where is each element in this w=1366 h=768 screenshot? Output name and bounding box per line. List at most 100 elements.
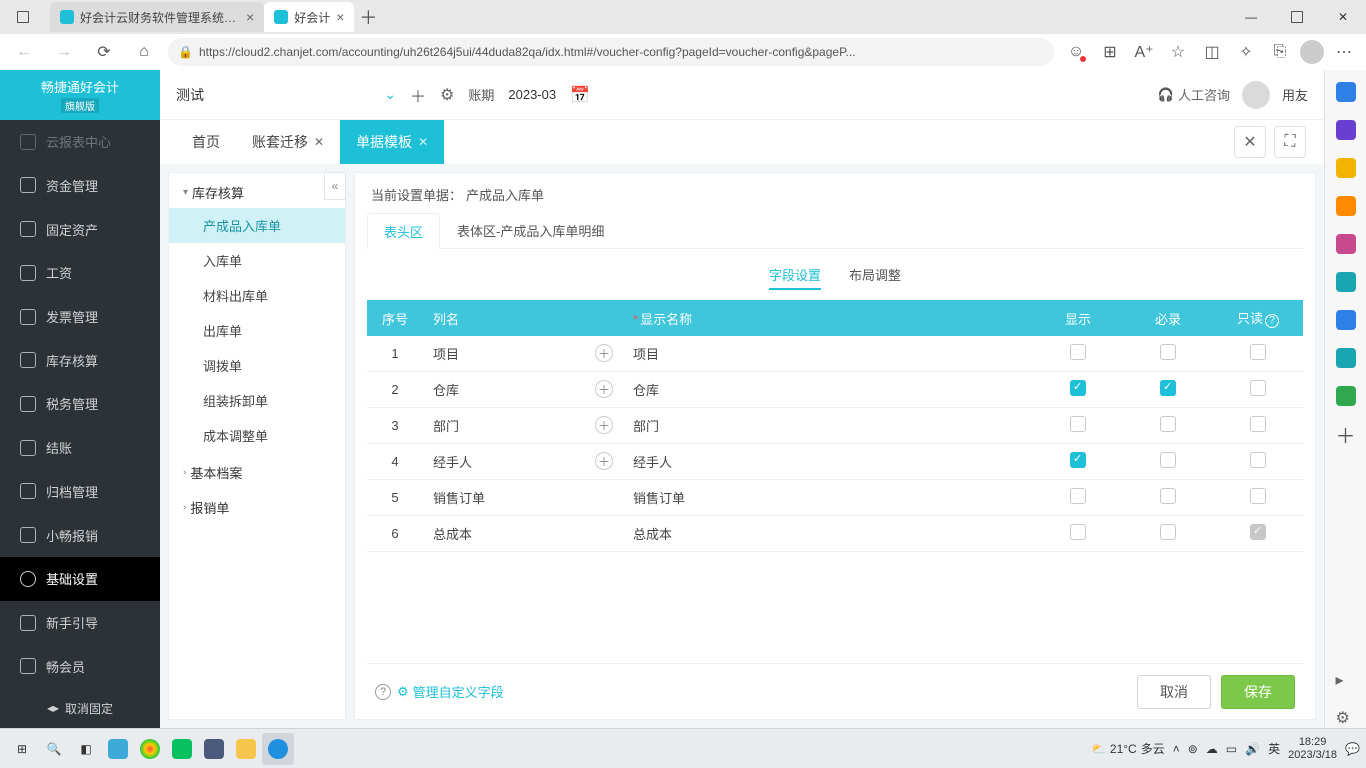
fullscreen-button[interactable]: ⛶ bbox=[1274, 126, 1306, 158]
read-aloud-icon[interactable]: A⁺ bbox=[1130, 38, 1158, 66]
close-button[interactable]: ✕ bbox=[1320, 0, 1366, 34]
edge-settings-icon[interactable]: ⚙ bbox=[1336, 708, 1356, 728]
show-checkbox[interactable] bbox=[1070, 488, 1086, 504]
tree-leaf[interactable]: 产成品入库单 bbox=[169, 208, 345, 243]
edge-tool-icon[interactable] bbox=[1336, 234, 1356, 254]
back-button[interactable]: ← bbox=[8, 36, 40, 68]
org-selector[interactable]: 测试 ⌄ bbox=[176, 85, 396, 105]
collapse-panel-button[interactable]: « bbox=[324, 172, 346, 200]
sidebar-item-salary[interactable]: 工资 bbox=[0, 251, 160, 295]
new-tab-button[interactable]: ＋ bbox=[354, 4, 382, 30]
add-field-button[interactable]: ＋ bbox=[595, 452, 613, 470]
close-icon[interactable]: × bbox=[336, 9, 344, 25]
sidebar-item-fixed-assets[interactable]: 固定资产 bbox=[0, 207, 160, 251]
tree-leaf[interactable]: 调拨单 bbox=[169, 348, 345, 383]
tree-leaf[interactable]: 出库单 bbox=[169, 313, 345, 348]
readonly-checkbox[interactable] bbox=[1250, 344, 1266, 360]
required-checkbox[interactable] bbox=[1160, 416, 1176, 432]
readonly-checkbox[interactable] bbox=[1250, 488, 1266, 504]
sidebar-unpin[interactable]: ◂▸取消固定 bbox=[0, 688, 160, 728]
cancel-button[interactable]: 取消 bbox=[1137, 675, 1211, 709]
edge-tool-icon[interactable] bbox=[1336, 272, 1356, 292]
sidebar-item-member[interactable]: 畅会员 bbox=[0, 645, 160, 689]
edge-tool-icon[interactable] bbox=[1336, 386, 1356, 406]
sidebar-item-funds[interactable]: 资金管理 bbox=[0, 163, 160, 207]
help-icon[interactable]: ? bbox=[375, 684, 391, 700]
task-app-icon[interactable] bbox=[198, 733, 230, 765]
profile-icon[interactable] bbox=[1300, 40, 1324, 64]
cell-display[interactable]: 项目 bbox=[623, 336, 1033, 372]
taskview-button[interactable]: ◧ bbox=[70, 733, 102, 765]
home-button[interactable]: ⌂ bbox=[128, 36, 160, 68]
close-all-button[interactable]: ✕ bbox=[1234, 126, 1266, 158]
add-field-button[interactable]: ＋ bbox=[595, 416, 613, 434]
ime-indicator[interactable]: 英 bbox=[1268, 740, 1280, 757]
battery-icon[interactable]: ▭ bbox=[1226, 742, 1237, 756]
forward-button[interactable]: → bbox=[48, 36, 80, 68]
tab-overview-icon[interactable] bbox=[0, 0, 46, 34]
mode-fields[interactable]: 字段设置 bbox=[769, 265, 821, 290]
sidebar-item-settings[interactable]: 基础设置 bbox=[0, 557, 160, 601]
sidebar-item-report-center[interactable]: 云报表中心 bbox=[0, 120, 160, 164]
mode-layout[interactable]: 布局调整 bbox=[849, 265, 901, 290]
more-icon[interactable]: ⋯ bbox=[1330, 38, 1358, 66]
task-app-icon[interactable] bbox=[262, 733, 294, 765]
show-checkbox[interactable] bbox=[1070, 524, 1086, 540]
split-icon[interactable]: ◫ bbox=[1198, 38, 1226, 66]
tab-home[interactable]: 首页 bbox=[176, 120, 236, 164]
edge-tool-icon[interactable] bbox=[1336, 348, 1356, 368]
add-button[interactable]: ＋ bbox=[410, 83, 426, 107]
tab-migrate[interactable]: 账套迁移✕ bbox=[236, 120, 340, 164]
show-checkbox[interactable] bbox=[1070, 380, 1086, 396]
show-checkbox[interactable] bbox=[1070, 344, 1086, 360]
edge-tool-icon[interactable] bbox=[1336, 82, 1356, 102]
maximize-button[interactable] bbox=[1274, 0, 1320, 34]
tree-leaf[interactable]: 成本调整单 bbox=[169, 418, 345, 453]
close-icon[interactable]: ✕ bbox=[418, 135, 428, 149]
collections-icon[interactable]: ✧ bbox=[1232, 38, 1260, 66]
onedrive-icon[interactable]: ☁ bbox=[1206, 742, 1218, 756]
cell-display[interactable]: 销售订单 bbox=[623, 480, 1033, 516]
readonly-checkbox[interactable] bbox=[1250, 380, 1266, 396]
tab-template[interactable]: 单据模板✕ bbox=[340, 120, 444, 164]
subtab-body[interactable]: 表体区-产成品入库单明细 bbox=[440, 212, 621, 248]
task-app-icon[interactable] bbox=[166, 733, 198, 765]
add-field-button[interactable]: ＋ bbox=[595, 344, 613, 362]
help-icon[interactable]: ? bbox=[1265, 314, 1279, 328]
task-app-icon[interactable] bbox=[102, 733, 134, 765]
tree-group-inventory[interactable]: ▾库存核算 bbox=[169, 173, 345, 208]
add-field-button[interactable]: ＋ bbox=[595, 380, 613, 398]
save-button[interactable]: 保存 bbox=[1221, 675, 1295, 709]
required-checkbox[interactable] bbox=[1160, 452, 1176, 468]
wifi-icon[interactable]: ⊚ bbox=[1188, 742, 1198, 756]
required-checkbox[interactable] bbox=[1160, 488, 1176, 504]
volume-icon[interactable]: 🔊 bbox=[1245, 742, 1260, 756]
sidebar-item-expense[interactable]: 小畅报销 bbox=[0, 513, 160, 557]
url-field[interactable]: 🔒 https://cloud2.chanjet.com/accounting/… bbox=[168, 38, 1054, 66]
task-app-icon[interactable] bbox=[230, 733, 262, 765]
tree-leaf[interactable]: 组装拆卸单 bbox=[169, 383, 345, 418]
sidebar-item-archive[interactable]: 归档管理 bbox=[0, 470, 160, 514]
settings-icon[interactable]: ⚙ bbox=[440, 85, 454, 105]
subtab-header[interactable]: 表头区 bbox=[367, 213, 440, 249]
required-checkbox[interactable] bbox=[1160, 524, 1176, 540]
minimize-button[interactable]: — bbox=[1228, 0, 1274, 34]
refresh-button[interactable]: ⟳ bbox=[88, 36, 120, 68]
tree-group-expense[interactable]: ›报销单 bbox=[169, 488, 345, 523]
show-checkbox[interactable] bbox=[1070, 452, 1086, 468]
sidebar-item-tax[interactable]: 税务管理 bbox=[0, 382, 160, 426]
tray-chevron-icon[interactable]: ˄ bbox=[1173, 742, 1180, 756]
notifications-icon[interactable]: 💬 bbox=[1345, 742, 1360, 756]
browser-tab[interactable]: 好会计 × bbox=[264, 2, 354, 32]
edge-tool-icon[interactable] bbox=[1336, 196, 1356, 216]
cell-display[interactable]: 部门 bbox=[623, 408, 1033, 444]
tree-leaf[interactable]: 入库单 bbox=[169, 243, 345, 278]
weather-widget[interactable]: ⛅ 21°C 多云 bbox=[1091, 740, 1165, 757]
extensions-icon[interactable]: ⊞ bbox=[1096, 38, 1124, 66]
readonly-checkbox[interactable] bbox=[1250, 452, 1266, 468]
favorite-icon[interactable]: ☆ bbox=[1164, 38, 1192, 66]
clock[interactable]: 18:29 2023/3/18 bbox=[1288, 736, 1337, 760]
search-button[interactable]: 🔍 bbox=[38, 733, 70, 765]
edge-tool-icon[interactable] bbox=[1336, 310, 1356, 330]
task-app-icon[interactable] bbox=[134, 733, 166, 765]
